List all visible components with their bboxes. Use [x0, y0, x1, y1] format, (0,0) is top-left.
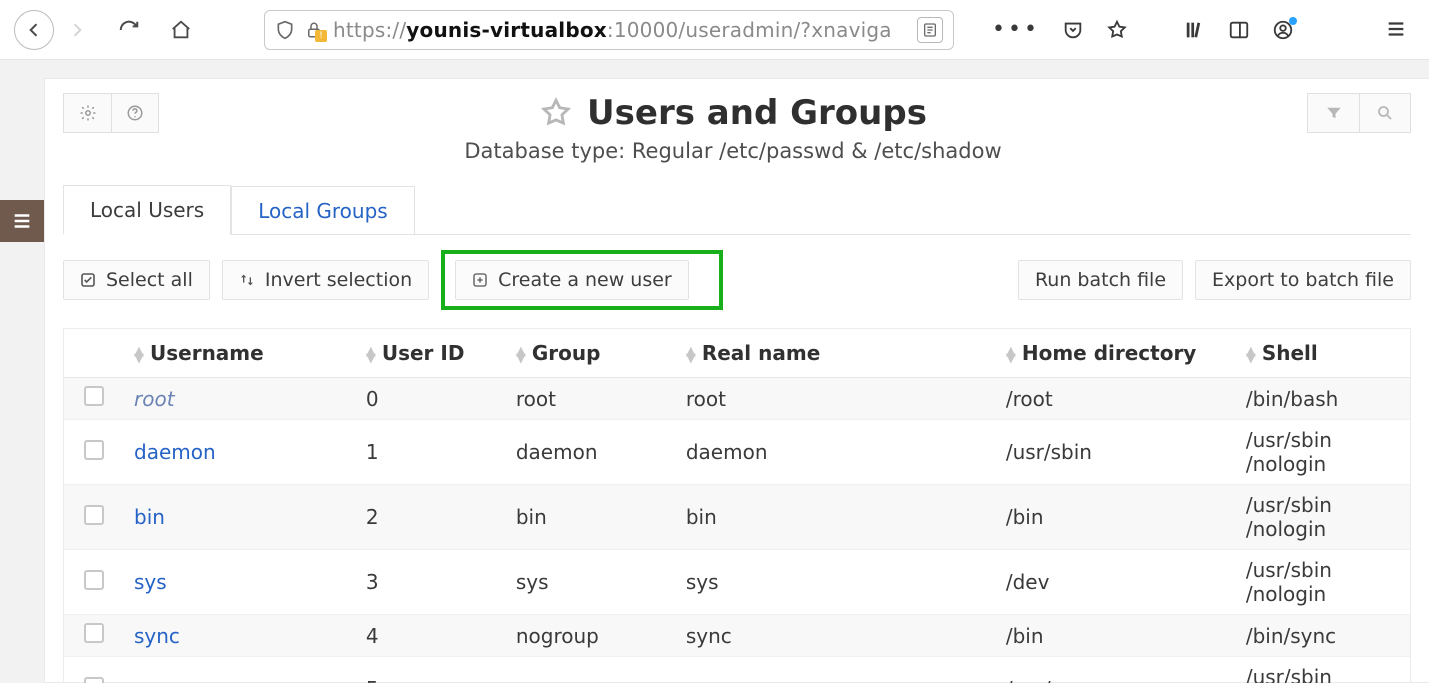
username-link[interactable]: daemon [134, 440, 216, 464]
col-homedir[interactable]: ▲▼Home directory [996, 329, 1236, 378]
back-button[interactable] [14, 10, 54, 50]
row-checkbox[interactable] [84, 386, 104, 406]
username-link[interactable]: sync [134, 624, 180, 648]
cell-shell: /usr/sbin/nologin [1236, 420, 1410, 485]
export-batch-label: Export to batch file [1212, 269, 1394, 291]
cell-group: daemon [506, 420, 676, 485]
row-checkbox[interactable] [84, 570, 104, 590]
check-square-icon [80, 272, 96, 288]
users-table: ▲▼Username ▲▼User ID ▲▼Group ▲▼Real name… [64, 329, 1410, 683]
module-config-button[interactable] [63, 93, 111, 133]
cell-shell: /usr/sbin/nologin [1236, 485, 1410, 550]
username-link[interactable]: sys [134, 570, 167, 594]
cell-realname: daemon [676, 420, 996, 485]
cell-realname: sync [676, 615, 996, 657]
lock-warning-icon[interactable]: ! [305, 20, 323, 40]
cell-home: /usr/sbin [996, 420, 1236, 485]
col-username[interactable]: ▲▼Username [124, 329, 356, 378]
table-row: root0rootroot/root/bin/bash [64, 378, 1410, 420]
cell-home: /bin [996, 485, 1236, 550]
invert-selection-button[interactable]: Invert selection [222, 260, 429, 300]
cell-group: nogroup [506, 615, 676, 657]
select-all-button[interactable]: Select all [63, 260, 210, 300]
col-shell[interactable]: ▲▼Shell [1236, 329, 1410, 378]
cell-group: sys [506, 550, 676, 615]
swap-icon [239, 272, 255, 288]
tab-local-groups[interactable]: Local Groups [231, 186, 415, 235]
cell-shell: /usr/sbin/nologin [1236, 657, 1410, 683]
page-actions-icon[interactable]: ••• [992, 17, 1040, 42]
main-panel: Users and Groups Database type: Regular … [44, 78, 1429, 683]
cell-uid: 2 [356, 485, 506, 550]
plus-box-icon [472, 272, 488, 288]
table-row: sys3syssys/dev/usr/sbin/nologin [64, 550, 1410, 615]
tab-local-users[interactable]: Local Users [63, 185, 231, 235]
create-user-highlight: Create a new user [441, 250, 723, 310]
tracking-protection-icon[interactable] [275, 19, 295, 41]
cell-group: root [506, 378, 676, 420]
cell-home: /usr/games [996, 657, 1236, 683]
cell-uid: 5 [356, 657, 506, 683]
page-subtitle: Database type: Regular /etc/passwd & /et… [171, 139, 1295, 163]
url-text: https://younis-virtualbox:10000/useradmi… [333, 18, 907, 42]
cell-shell: /bin/sync [1236, 615, 1410, 657]
invert-selection-label: Invert selection [265, 269, 412, 291]
table-row: bin2binbin/bin/usr/sbin/nologin [64, 485, 1410, 550]
cell-group: games [506, 657, 676, 683]
cell-group: bin [506, 485, 676, 550]
col-realname[interactable]: ▲▼Real name [676, 329, 996, 378]
table-row: daemon1daemondaemon/usr/sbin/usr/sbin/no… [64, 420, 1410, 485]
app-menu-icon[interactable] [1381, 14, 1411, 44]
sidebar-icon[interactable] [1228, 19, 1250, 41]
table-row: sync4nogroupsync/bin/bin/sync [64, 615, 1410, 657]
reader-mode-icon[interactable] [917, 17, 943, 43]
cell-shell: /bin/bash [1236, 378, 1410, 420]
search-button[interactable] [1359, 93, 1411, 133]
cell-realname: bin [676, 485, 996, 550]
page-title: Users and Groups [587, 93, 927, 133]
row-checkbox[interactable] [84, 440, 104, 460]
username-link[interactable]: games [134, 677, 201, 683]
create-user-label: Create a new user [498, 269, 672, 291]
pocket-icon[interactable] [1062, 19, 1084, 41]
row-checkbox[interactable] [84, 677, 104, 683]
cell-uid: 1 [356, 420, 506, 485]
filter-button[interactable] [1307, 93, 1359, 133]
username-link[interactable]: bin [134, 505, 165, 529]
row-checkbox[interactable] [84, 623, 104, 643]
home-button[interactable] [166, 15, 196, 45]
library-icon[interactable] [1184, 19, 1206, 41]
cell-home: /dev [996, 550, 1236, 615]
cell-shell: /usr/sbin/nologin [1236, 550, 1410, 615]
create-user-button[interactable]: Create a new user [455, 260, 689, 300]
bookmark-star-icon[interactable] [1106, 19, 1128, 41]
cell-realname: games [676, 657, 996, 683]
username-link[interactable]: root [134, 387, 175, 411]
help-button[interactable] [111, 93, 159, 133]
cell-uid: 4 [356, 615, 506, 657]
cell-uid: 0 [356, 378, 506, 420]
forward-button[interactable] [62, 15, 92, 45]
select-all-label: Select all [106, 269, 193, 291]
col-userid[interactable]: ▲▼User ID [356, 329, 506, 378]
reload-button[interactable] [114, 15, 144, 45]
run-batch-button[interactable]: Run batch file [1018, 260, 1183, 300]
cell-home: /root [996, 378, 1236, 420]
left-drawer-toggle[interactable] [0, 200, 44, 242]
row-checkbox[interactable] [84, 505, 104, 525]
run-batch-label: Run batch file [1035, 269, 1166, 291]
browser-toolbar: ! https://younis-virtualbox:10000/userad… [0, 0, 1429, 60]
table-row: games5gamesgames/usr/games/usr/sbin/nolo… [64, 657, 1410, 683]
cell-realname: root [676, 378, 996, 420]
col-group[interactable]: ▲▼Group [506, 329, 676, 378]
cell-uid: 3 [356, 550, 506, 615]
account-icon[interactable] [1272, 19, 1294, 41]
cell-home: /bin [996, 615, 1236, 657]
export-batch-button[interactable]: Export to batch file [1195, 260, 1411, 300]
cell-realname: sys [676, 550, 996, 615]
address-bar[interactable]: ! https://younis-virtualbox:10000/userad… [264, 10, 954, 50]
favorite-star-icon[interactable] [539, 96, 573, 130]
